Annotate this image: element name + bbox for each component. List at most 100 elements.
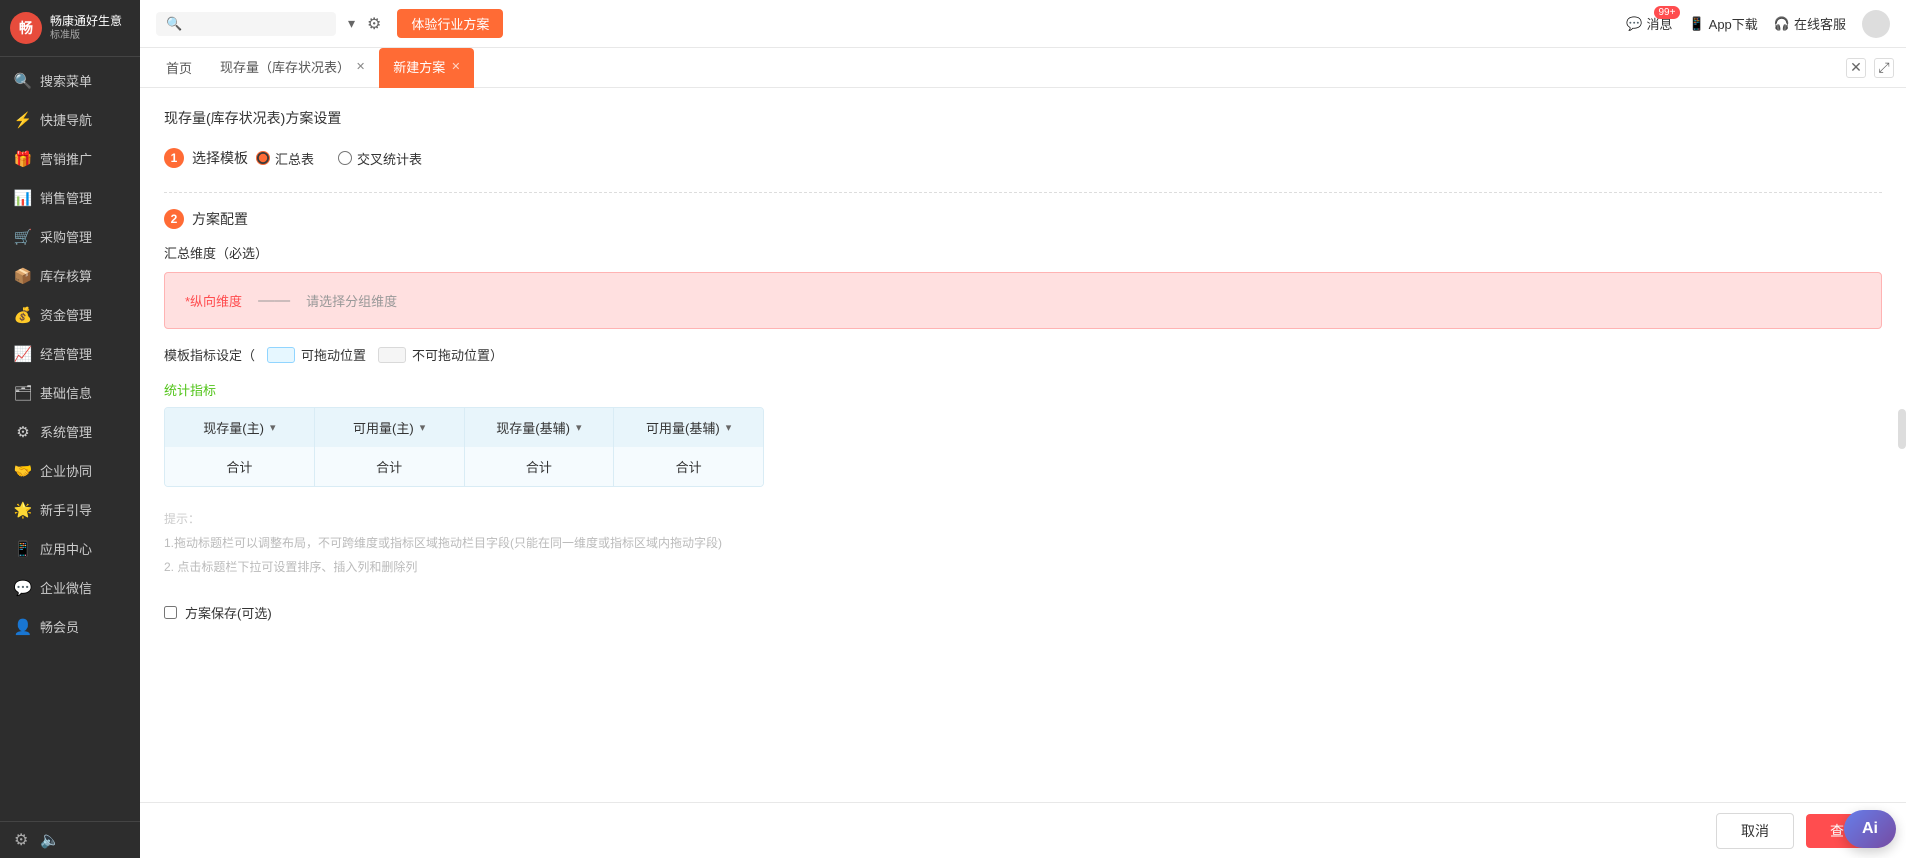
cancel-button[interactable]: 取消 xyxy=(1716,813,1794,849)
topbar-search-box[interactable]: 🔍 xyxy=(156,12,336,36)
sidebar-item-finance[interactable]: 💰 资金管理 xyxy=(0,295,140,334)
user-avatar[interactable] xyxy=(1862,10,1890,38)
tab-inventory-status[interactable]: 现存量（库存状况表） ✕ xyxy=(206,48,379,88)
tab-control-btns: ✕ ⤢ xyxy=(1846,58,1894,78)
resize-handle[interactable] xyxy=(1898,409,1906,449)
settings-icon[interactable]: ⚙ xyxy=(14,830,28,850)
th-stock-aux-label: 现存量(基辅) xyxy=(496,418,570,437)
volume-icon[interactable]: 🔈 xyxy=(40,830,60,850)
template-radio-group: 汇总表 交叉统计表 xyxy=(256,149,422,168)
sidebar-nav: 🔍 搜索菜单 ⚡ 快捷导航 🎁 营销推广 📊 销售管理 🛒 采购管理 📦 库存核… xyxy=(0,57,140,821)
radio-cross[interactable] xyxy=(338,151,352,165)
step2-section: 2 方案配置 汇总维度（必选） *纵向维度 —— 请选择分组维度 模板指标设定（… xyxy=(164,209,1882,579)
step1-section: 1 选择模板 汇总表 交叉统计表 xyxy=(164,148,1882,168)
step2-header: 2 方案配置 xyxy=(164,209,1882,229)
radio-summary-label[interactable]: 汇总表 xyxy=(256,149,314,168)
tabs-bar: 首页 现存量（库存状况表） ✕ 新建方案 ✕ ✕ ⤢ xyxy=(140,48,1906,88)
ai-bubble[interactable]: Ai xyxy=(1844,810,1896,848)
operation-icon: 📈 xyxy=(14,345,32,363)
sidebar-item-wechat[interactable]: 💬 企业微信 xyxy=(0,568,140,607)
sidebar-item-label: 采购管理 xyxy=(40,227,92,246)
stats-table-header: 现存量(主) ▾ 可用量(主) ▾ 现存量(基辅) ▾ 可用量(基辅) xyxy=(165,408,763,447)
tab-close-new-plan[interactable]: ✕ xyxy=(451,60,460,73)
th-available-aux: 可用量(基辅) ▾ xyxy=(614,408,763,447)
radio-summary-text: 汇总表 xyxy=(275,149,314,168)
template-indicator-label: 模板指标设定（ xyxy=(164,345,255,364)
step2-num: 2 xyxy=(164,209,184,229)
chevron-available-main[interactable]: ▾ xyxy=(420,421,426,434)
save-checkbox[interactable] xyxy=(164,606,177,619)
agg-label: 汇总维度（必选） xyxy=(164,243,1882,262)
mobile-icon: 📱 xyxy=(1688,16,1704,32)
sidebar-item-app-center[interactable]: 📱 应用中心 xyxy=(0,529,140,568)
sidebar-item-label: 应用中心 xyxy=(40,539,92,558)
sidebar-item-search-menu[interactable]: 🔍 搜索菜单 xyxy=(0,61,140,100)
sidebar-item-label: 经营管理 xyxy=(40,344,92,363)
content-area: 现存量(库存状况表)方案设置 1 选择模板 汇总表 交叉统计表 xyxy=(140,88,1906,858)
tip-2: 2. 点击标题栏下拉可设置排序、插入列和删除列 xyxy=(164,555,1882,579)
dropdown-arrow-icon[interactable]: ▾ xyxy=(348,15,355,32)
headset-icon: 🎧 xyxy=(1774,16,1790,32)
step1-header: 1 选择模板 汇总表 交叉统计表 xyxy=(164,148,1882,168)
basic-info-icon: 🗂 xyxy=(14,384,32,402)
sidebar-item-new-guide[interactable]: 🌟 新手引导 xyxy=(0,490,140,529)
chevron-stock-main[interactable]: ▾ xyxy=(270,421,276,434)
tips-title: 提示： xyxy=(164,512,200,526)
chevron-available-aux[interactable]: ▾ xyxy=(726,421,732,434)
radio-summary[interactable] xyxy=(256,151,270,165)
sidebar-item-basic-info[interactable]: 🗂 基础信息 xyxy=(0,373,140,412)
agg-required-text: *纵向维度 xyxy=(185,291,242,310)
main-area: 🔍 ▾ ⚙ 体验行业方案 💬 消息 99+ 📱 App下载 🎧 在线客服 xyxy=(140,0,1906,858)
search-input[interactable] xyxy=(188,17,308,31)
sidebar-item-inventory[interactable]: 📦 库存核算 xyxy=(0,256,140,295)
sidebar-item-sales[interactable]: 📊 销售管理 xyxy=(0,178,140,217)
message-badge: 99+ xyxy=(1654,6,1681,19)
close-tab-btn[interactable]: ✕ xyxy=(1846,58,1866,78)
sidebar-item-quick-nav[interactable]: ⚡ 快捷导航 xyxy=(0,100,140,139)
sidebar-item-purchase[interactable]: 🛒 采购管理 xyxy=(0,217,140,256)
radio-cross-label[interactable]: 交叉统计表 xyxy=(338,149,422,168)
footer-bar: 取消 查询 xyxy=(140,802,1906,858)
sidebar-item-system[interactable]: ⚙ 系统管理 xyxy=(0,412,140,451)
inventory-icon: 📦 xyxy=(14,267,32,285)
save-label: 方案保存(可选) xyxy=(185,603,272,622)
tab-new-plan[interactable]: 新建方案 ✕ xyxy=(379,48,474,88)
td-total-2: 合计 xyxy=(315,447,465,486)
page-title: 现存量(库存状况表)方案设置 xyxy=(164,108,1882,128)
chevron-stock-aux[interactable]: ▾ xyxy=(576,421,582,434)
sidebar-item-member[interactable]: 👤 畅会员 xyxy=(0,607,140,646)
step1-num: 1 xyxy=(164,148,184,168)
agg-area: *纵向维度 —— 请选择分组维度 xyxy=(164,272,1882,329)
wechat-icon: 💬 xyxy=(14,579,32,597)
service-btn[interactable]: 🎧 在线客服 xyxy=(1774,14,1846,33)
tab-close-inventory[interactable]: ✕ xyxy=(356,60,365,73)
search-icon: 🔍 xyxy=(166,16,182,32)
message-btn[interactable]: 💬 消息 99+ xyxy=(1626,14,1672,33)
draggable-label: 可拖动位置 xyxy=(301,345,366,364)
logo-icon: 畅 xyxy=(10,12,42,44)
sidebar-item-label: 营销推广 xyxy=(40,149,92,168)
app-download-btn[interactable]: 📱 App下载 xyxy=(1688,14,1757,33)
sidebar-item-label: 基础信息 xyxy=(40,383,92,402)
fixed-label: 不可拖动位置） xyxy=(412,345,503,364)
fixed-indicator: 不可拖动位置） xyxy=(378,345,503,364)
sidebar: 畅 畅康通好生意 标准版 🔍 搜索菜单 ⚡ 快捷导航 🎁 营销推广 📊 销售管理… xyxy=(0,0,140,858)
td-total-4: 合计 xyxy=(614,447,763,486)
tips-section: 提示： 1.拖动标题栏可以调整布局，不可跨维度或指标区域拖动栏目字段(只能在同一… xyxy=(164,507,1882,579)
expand-tab-btn[interactable]: ⤢ xyxy=(1874,58,1894,78)
sidebar-item-marketing[interactable]: 🎁 营销推广 xyxy=(0,139,140,178)
gear-icon[interactable]: ⚙ xyxy=(367,14,381,34)
tip-1: 1.拖动标题栏可以调整布局，不可跨维度或指标区域拖动栏目字段(只能在同一维度或指… xyxy=(164,531,1882,555)
td-total-3: 合计 xyxy=(465,447,615,486)
th-available-main-label: 可用量(主) xyxy=(353,418,414,437)
sidebar-item-operation[interactable]: 📈 经营管理 xyxy=(0,334,140,373)
sales-icon: 📊 xyxy=(14,189,32,207)
sidebar-item-contract[interactable]: 🤝 企业协同 xyxy=(0,451,140,490)
divider1 xyxy=(164,192,1882,193)
tab-home[interactable]: 首页 xyxy=(152,48,206,88)
industry-btn[interactable]: 体验行业方案 xyxy=(397,9,503,38)
th-stock-main-label: 现存量(主) xyxy=(203,418,264,437)
sidebar-item-label: 快捷导航 xyxy=(40,110,92,129)
sidebar-item-label: 企业微信 xyxy=(40,578,92,597)
fixed-box xyxy=(378,347,406,363)
